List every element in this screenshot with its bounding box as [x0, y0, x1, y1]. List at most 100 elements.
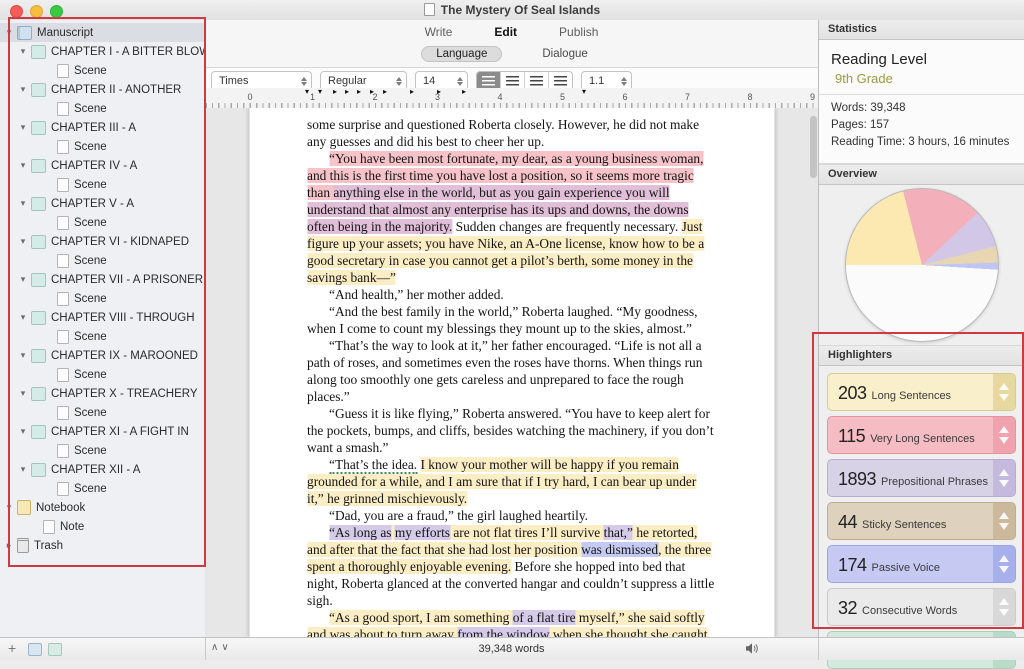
- subtab-dialogue[interactable]: Dialogue: [528, 47, 601, 61]
- tab-stop-marker[interactable]: ▸: [333, 88, 337, 96]
- tab-stop-marker[interactable]: ▸: [462, 88, 466, 96]
- sidebar-item-chapter-6[interactable]: ▾CHAPTER VI - KIDNAPED: [0, 232, 205, 251]
- disclosure-down-icon[interactable]: ▾: [18, 236, 28, 247]
- stepper-down-icon[interactable]: [999, 437, 1009, 444]
- highlighter-row-sticky-sentences[interactable]: 44Sticky Sentences: [827, 502, 1016, 540]
- sidebar-item-note[interactable]: Note: [0, 517, 205, 536]
- sidebar-item-scene[interactable]: Scene: [0, 175, 205, 194]
- manuscript-page[interactable]: some surprise and questioned Roberta clo…: [249, 108, 774, 638]
- tab-stop-marker[interactable]: ▸: [410, 88, 414, 96]
- sidebar-item-scene[interactable]: Scene: [0, 99, 205, 118]
- highlighter-row-passive-voice[interactable]: 174Passive Voice: [827, 545, 1016, 583]
- tab-edit[interactable]: Edit: [494, 25, 517, 39]
- tab-write[interactable]: Write: [425, 25, 453, 39]
- highlighter-row-consecutive-words[interactable]: 32Consecutive Words: [827, 588, 1016, 626]
- stepper-up-icon[interactable]: [999, 512, 1009, 519]
- sidebar-item-scene[interactable]: Scene: [0, 61, 205, 80]
- stepper-up-icon[interactable]: [999, 383, 1009, 390]
- sidebar-item-scene[interactable]: Scene: [0, 213, 205, 232]
- sidebar-item-manuscript[interactable]: ▾Manuscript: [0, 23, 205, 42]
- sidebar-item-scene-label: Scene: [74, 179, 107, 191]
- disclosure-down-icon[interactable]: ▾: [18, 388, 28, 399]
- disclosure-down-icon[interactable]: ▾: [4, 502, 14, 513]
- highlighter-stepper[interactable]: [993, 374, 1015, 410]
- sidebar-item-chapter-1[interactable]: ▾CHAPTER I - A BITTER BLOW: [0, 42, 205, 61]
- tab-stop-marker[interactable]: ▾: [305, 88, 309, 96]
- sidebar-item-chapter-2[interactable]: ▾ CHAPTER II - ANOTHER: [0, 80, 205, 99]
- highlighter-row-very-long-sentences[interactable]: 115Very Long Sentences: [827, 416, 1016, 454]
- disclosure-down-icon[interactable]: ▾: [18, 46, 28, 57]
- stepper-up-icon[interactable]: [999, 469, 1009, 476]
- highlighter-row-prepositional-phrases[interactable]: 1893Prepositional Phrases: [827, 459, 1016, 497]
- tab-stop-marker[interactable]: ▸: [357, 88, 361, 96]
- highlighter-count: 1893: [838, 469, 876, 489]
- add-folder-icon[interactable]: [48, 643, 62, 656]
- sidebar-item-scene[interactable]: Scene: [0, 137, 205, 156]
- text-segment: “Dad, you are a fraud,” the girl laughed…: [329, 508, 588, 523]
- disclosure-down-icon[interactable]: ▾: [18, 198, 28, 209]
- sidebar-item-chapter-7[interactable]: ▾CHAPTER VII - A PRISONER: [0, 270, 205, 289]
- highlighter-stepper[interactable]: [993, 417, 1015, 453]
- stepper-down-icon[interactable]: [999, 480, 1009, 487]
- disclosure-down-icon[interactable]: ▾: [18, 274, 28, 285]
- highlighter-stepper[interactable]: [993, 460, 1015, 496]
- tab-stop-marker[interactable]: ▸: [437, 88, 441, 96]
- disclosure-down-icon[interactable]: ▾: [18, 312, 28, 323]
- disclosure-down-icon[interactable]: ▾: [18, 464, 28, 475]
- subtab-language[interactable]: Language: [421, 46, 502, 62]
- tab-publish[interactable]: Publish: [559, 25, 598, 39]
- sidebar-item-chapter-2-label: CHAPTER II - ANOTHER: [51, 84, 181, 96]
- sidebar-item-chapter-4[interactable]: ▾CHAPTER IV - A: [0, 156, 205, 175]
- sidebar-item-chapter-8[interactable]: ▾CHAPTER VIII - THROUGH: [0, 308, 205, 327]
- chapter-icon: [31, 83, 46, 97]
- sidebar-item-notebook[interactable]: ▾Notebook: [0, 498, 205, 517]
- sidebar-item-scene[interactable]: Scene: [0, 441, 205, 460]
- highlighter-stepper[interactable]: [993, 503, 1015, 539]
- tab-stop-marker[interactable]: ▾: [582, 88, 586, 96]
- speaker-icon[interactable]: [745, 642, 759, 658]
- editor-scrollbar[interactable]: [810, 116, 817, 178]
- stepper-up-icon[interactable]: [999, 598, 1009, 605]
- sidebar-item-chapter-5[interactable]: ▾CHAPTER V - A: [0, 194, 205, 213]
- stepper-down-icon[interactable]: [999, 609, 1009, 616]
- sidebar-item-chapter-10[interactable]: ▾CHAPTER X - TREACHERY: [0, 384, 205, 403]
- add-text-icon[interactable]: [28, 643, 42, 656]
- chapter-icon: [31, 311, 46, 325]
- scene-page-icon: [57, 102, 69, 116]
- stepper-up-icon[interactable]: [999, 555, 1009, 562]
- sidebar-item-scene[interactable]: Scene: [0, 365, 205, 384]
- sidebar-item-scene[interactable]: Scene: [0, 479, 205, 498]
- stepper-down-icon[interactable]: [999, 523, 1009, 530]
- tab-stop-marker[interactable]: ▸: [345, 88, 349, 96]
- stepper-down-icon[interactable]: [999, 566, 1009, 573]
- sidebar-item-trash[interactable]: ▸Trash: [0, 536, 205, 555]
- scene-page-icon: [57, 482, 69, 496]
- tab-stop-marker[interactable]: ▸: [383, 88, 387, 96]
- disclosure-down-icon[interactable]: ▾: [18, 160, 28, 171]
- sidebar-item-scene[interactable]: Scene: [0, 289, 205, 308]
- add-item-button[interactable]: +: [8, 641, 16, 655]
- sidebar-item-scene[interactable]: Scene: [0, 327, 205, 346]
- highlighter-stepper[interactable]: [993, 546, 1015, 582]
- sidebar-item-scene-label: Scene: [74, 141, 107, 153]
- disclosure-down-icon[interactable]: ▾: [18, 122, 28, 133]
- sidebar-item-chapter-11[interactable]: ▾CHAPTER XI - A FIGHT IN: [0, 422, 205, 441]
- disclosure-down-icon[interactable]: ▾: [4, 27, 14, 38]
- sidebar-item-scene[interactable]: Scene: [0, 251, 205, 270]
- disclosure-down-icon[interactable]: ▾: [18, 84, 28, 95]
- highlighters-header: Highlighters: [819, 345, 1024, 366]
- highlighter-row-long-sentences[interactable]: 203Long Sentences: [827, 373, 1016, 411]
- sidebar-item-scene[interactable]: Scene: [0, 403, 205, 422]
- tab-stop-marker[interactable]: ▸: [370, 88, 374, 96]
- sidebar-item-chapter-3[interactable]: ▾CHAPTER III - A: [0, 118, 205, 137]
- highlighter-stepper[interactable]: [993, 589, 1015, 625]
- stepper-up-icon[interactable]: [999, 426, 1009, 433]
- disclosure-down-icon[interactable]: ▾: [18, 350, 28, 361]
- disclosure-right-icon[interactable]: ▸: [4, 540, 14, 551]
- disclosure-down-icon[interactable]: ▾: [18, 426, 28, 437]
- sidebar-item-chapter-9[interactable]: ▾CHAPTER IX - MAROONED: [0, 346, 205, 365]
- sidebar-item-chapter-12[interactable]: ▾CHAPTER XII - A: [0, 460, 205, 479]
- ruler[interactable]: 0123456789 ▾▾▸▸▸▸▸▸▸▸▾: [205, 88, 818, 109]
- tab-stop-marker[interactable]: ▾: [318, 88, 322, 96]
- stepper-down-icon[interactable]: [999, 394, 1009, 401]
